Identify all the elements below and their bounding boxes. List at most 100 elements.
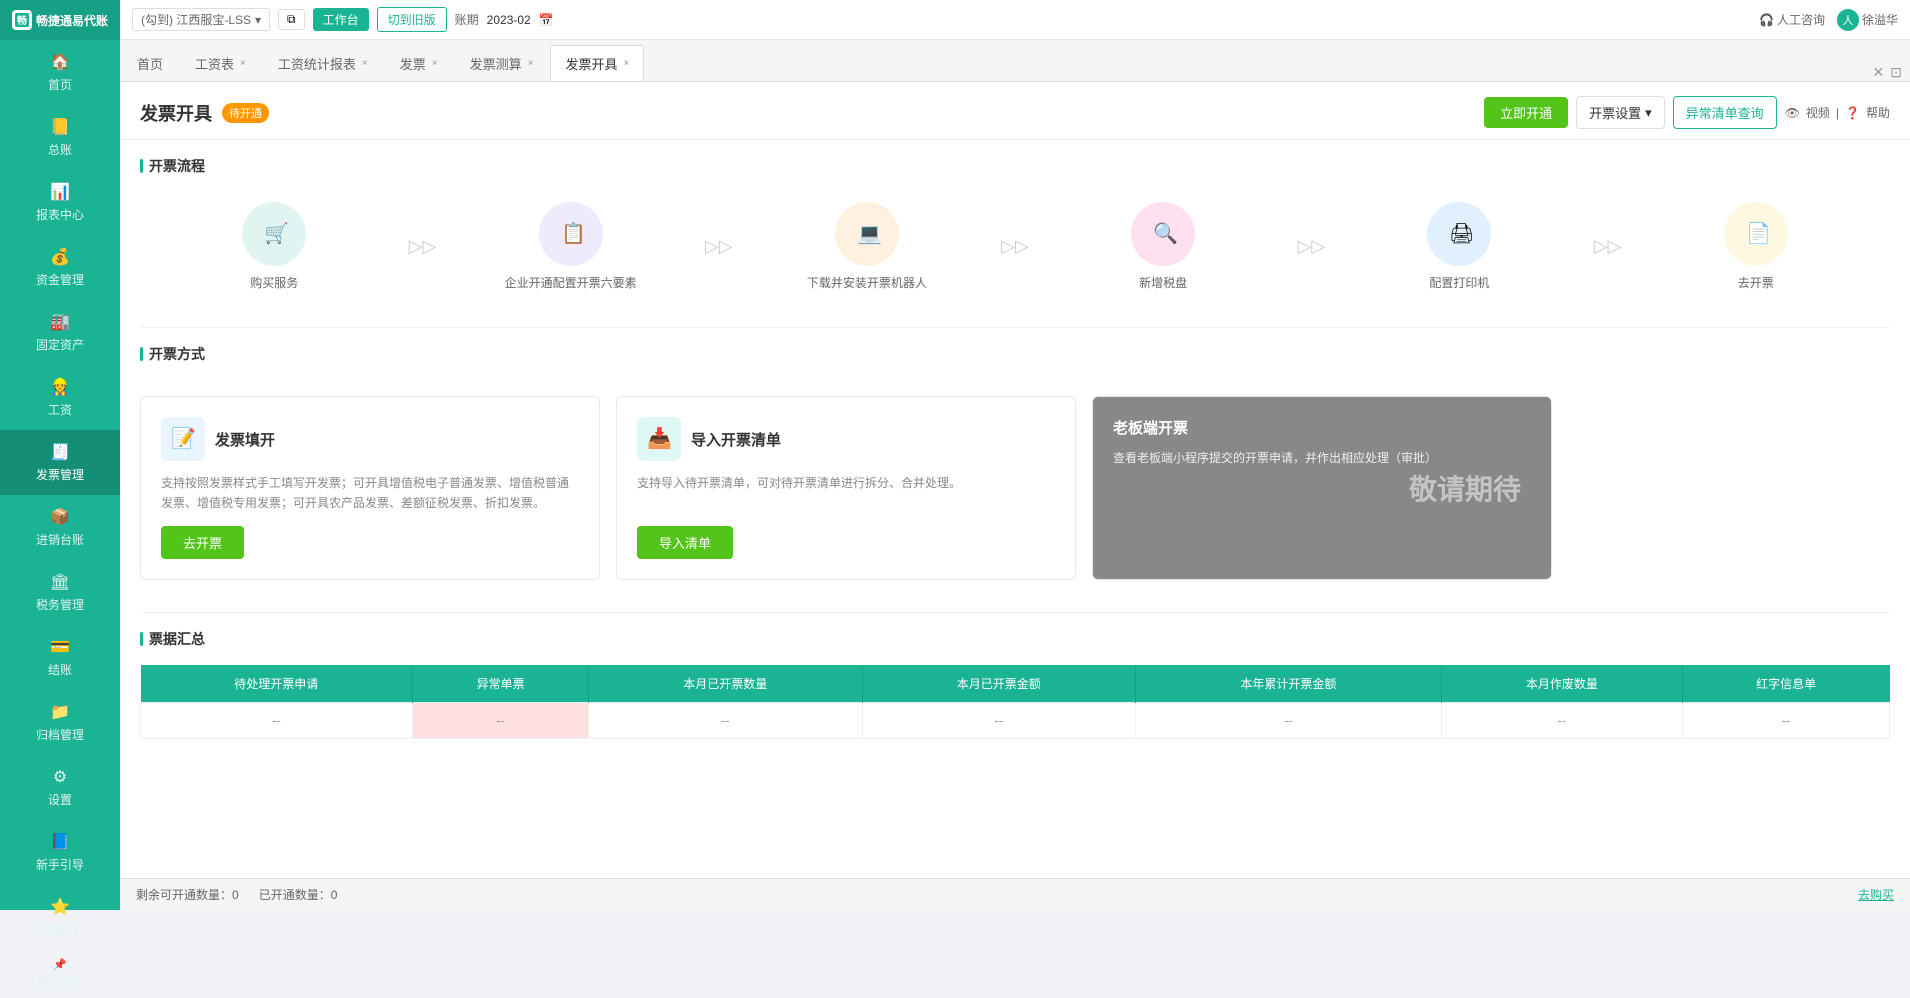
close-tab-icon[interactable]: ✕	[1873, 64, 1885, 81]
sidebar-item-payroll[interactable]: 👷 工资	[0, 365, 120, 430]
tab-invoice-calc[interactable]: 发票测算 ×	[455, 45, 549, 81]
help-icon: ❓	[1845, 106, 1860, 120]
invoice-icon: 🧾	[50, 442, 70, 462]
svg-text:📝: 📝	[171, 426, 196, 450]
method-card-boss: 老板端开票 查看老板端小程序提交的开票申请，并作出相应处理（审批） 敬请期待	[1092, 396, 1552, 580]
tab-home[interactable]: 首页	[122, 45, 178, 81]
tab-close-icon[interactable]: ×	[432, 58, 438, 69]
old-version-button[interactable]: 切到旧版	[377, 7, 447, 32]
sidebar-item-home[interactable]: 🏠 首页	[0, 40, 120, 105]
tab-close-icon[interactable]: ×	[240, 58, 246, 69]
sidebar-item-funds[interactable]: 💰 资金管理	[0, 235, 120, 300]
summary-section: 票据汇总 待处理开票申请 异常单票 本月已开票数量 本月已开票金额 本年累计开票…	[120, 613, 1910, 755]
remaining-label: 剩余可开通数量：0	[136, 886, 239, 903]
status-badge: 待开通	[222, 103, 269, 123]
immediate-open-button[interactable]: 立即开通	[1484, 97, 1568, 128]
card2-desc: 支持导入待开票清单，可对待开票清单进行拆分、合并处理。	[637, 473, 1055, 493]
svg-text:💻: 💻	[857, 223, 882, 245]
sidebar-item-purchase[interactable]: 📦 进销台账	[0, 495, 120, 560]
opened-label: 已开通数量：0	[259, 886, 338, 903]
sidebar-pin-button[interactable]: 📌 取消固定	[0, 950, 120, 998]
arrow-5: ▷▷	[1594, 236, 1622, 257]
workbench-button[interactable]: 工作台	[313, 8, 369, 31]
sidebar-item-archive[interactable]: 📁 归档管理	[0, 690, 120, 755]
sidebar-item-settings[interactable]: ⚙ 设置	[0, 755, 120, 820]
card2-header: 📥 导入开票清单	[637, 417, 1055, 461]
sidebar-item-ledger[interactable]: 📒 总账	[0, 105, 120, 170]
svg-text:🔍: 🔍	[1153, 220, 1178, 245]
step-icon-download: 💻	[835, 202, 899, 266]
sidebar-item-reports[interactable]: 📊 报表中心	[0, 170, 120, 235]
method-cards: 📝 发票填开 支持按照发票样式手工填写开发票；可开具增值税电子普通发票、增值税普…	[140, 380, 1890, 596]
step-label-issue: 去开票	[1738, 274, 1774, 291]
tab-invoice[interactable]: 发票 ×	[385, 45, 453, 81]
svg-text:📥: 📥	[647, 426, 672, 450]
assets-icon: 🏭	[50, 312, 70, 332]
tab-close-icon[interactable]: ×	[528, 58, 534, 69]
sidebar-item-guide[interactable]: 📘 新手引导	[0, 820, 120, 885]
sidebar-item-label: 固定资产	[36, 336, 84, 353]
sidebar-item-label: 首页	[48, 76, 72, 93]
svg-text:🖨: 🖨	[1449, 223, 1474, 245]
header-right: 👁 视频 | ❓ 帮助	[1785, 104, 1890, 121]
abnormal-list-button[interactable]: 异常清单查询	[1673, 96, 1777, 129]
open-settings-button[interactable]: 开票设置 ▾	[1576, 96, 1665, 129]
sidebar-item-label: 畅会员	[42, 921, 78, 938]
tab-label: 发票开具	[565, 54, 617, 73]
step-taxdisk: 🔍 新增税盘	[1029, 202, 1298, 291]
step-icon-taxdisk: 🔍	[1131, 202, 1195, 266]
col-header-2: 本月已开票数量	[589, 665, 862, 703]
sidebar-item-label: 设置	[48, 791, 72, 808]
main-area: (勾到) 江西服宝-LSS ▾ ⧉ 工作台 切到旧版 账期 2023-02 📅 …	[120, 0, 1910, 910]
ledger-icon: 📒	[50, 117, 70, 137]
period-label: 账期	[455, 11, 479, 28]
tab-payroll-report[interactable]: 工资统计报表 ×	[263, 45, 383, 81]
cell-2: --	[589, 702, 862, 738]
summary-thead: 待处理开票申请 异常单票 本月已开票数量 本月已开票金额 本年累计开票金额 本月…	[141, 665, 1890, 703]
process-title: 开票流程	[140, 156, 1890, 176]
svg-text:📄: 📄	[1746, 221, 1771, 245]
restore-tab-icon[interactable]: ⊡	[1890, 64, 1902, 81]
card3-desc: 查看老板端小程序提交的开票申请，并作出相应处理（审批）	[1113, 448, 1531, 468]
step-config: 📋 企业开通配置开票六要素	[436, 202, 705, 291]
step-icon-printer: 🖨	[1427, 202, 1491, 266]
view-label: 视频	[1806, 104, 1830, 121]
cell-4: --	[1135, 702, 1441, 738]
card2-btn[interactable]: 导入清单	[637, 526, 733, 559]
user-menu[interactable]: 人 徐溢华	[1837, 9, 1898, 31]
copy-button[interactable]: ⧉	[278, 9, 305, 30]
card1-btn[interactable]: 去开票	[161, 526, 244, 559]
sidebar-item-invoice[interactable]: 🧾 发票管理	[0, 430, 120, 495]
table-row: -- -- -- -- -- -- --	[141, 702, 1890, 738]
sidebar-item-label: 进销台账	[36, 531, 84, 548]
arrow-4: ▷▷	[1297, 236, 1325, 257]
company-selector[interactable]: (勾到) 江西服宝-LSS ▾	[132, 8, 270, 31]
sidebar-item-label: 新手引导	[36, 856, 84, 873]
col-header-5: 本月作废数量	[1441, 665, 1682, 703]
tab-invoice-issue[interactable]: 发票开具 ×	[550, 45, 644, 81]
company-dropdown-icon: ▾	[255, 13, 261, 27]
service-button[interactable]: 🎧 人工咨询	[1759, 11, 1825, 28]
tab-close-icon[interactable]: ×	[623, 58, 629, 69]
service-icon: 🎧	[1759, 13, 1774, 27]
tab-close-icon[interactable]: ×	[362, 58, 368, 69]
sidebar-item-checkout[interactable]: 💳 结账	[0, 625, 120, 690]
col-header-4: 本年累计开票金额	[1135, 665, 1441, 703]
checkout-icon: 💳	[50, 637, 70, 657]
sidebar-item-tax[interactable]: 🏛 税务管理	[0, 560, 120, 625]
status-bar: 剩余可开通数量：0 已开通数量：0 去购买	[120, 878, 1910, 910]
sidebar-item-vip[interactable]: ⭐ 畅会员	[0, 885, 120, 950]
summary-header-row: 待处理开票申请 异常单票 本月已开票数量 本月已开票金额 本年累计开票金额 本月…	[141, 665, 1890, 703]
step-label-taxdisk: 新增税盘	[1139, 274, 1187, 291]
step-label-printer: 配置打印机	[1429, 274, 1489, 291]
vip-icon: ⭐	[50, 897, 70, 917]
tabbar: 首页 工资表 × 工资统计报表 × 发票 × 发票测算 × 发票开具 × ✕ ⊡	[120, 40, 1910, 82]
card1-header: 📝 发票填开	[161, 417, 579, 461]
buy-link[interactable]: 去购买	[1858, 886, 1894, 903]
tab-payroll[interactable]: 工资表 ×	[180, 45, 261, 81]
col-header-3: 本月已开票金额	[862, 665, 1135, 703]
card3-title: 老板端开票	[1113, 417, 1531, 438]
period-edit-icon[interactable]: 📅	[539, 13, 554, 27]
sidebar-item-assets[interactable]: 🏭 固定资产	[0, 300, 120, 365]
step-label-buy: 购买服务	[250, 274, 298, 291]
